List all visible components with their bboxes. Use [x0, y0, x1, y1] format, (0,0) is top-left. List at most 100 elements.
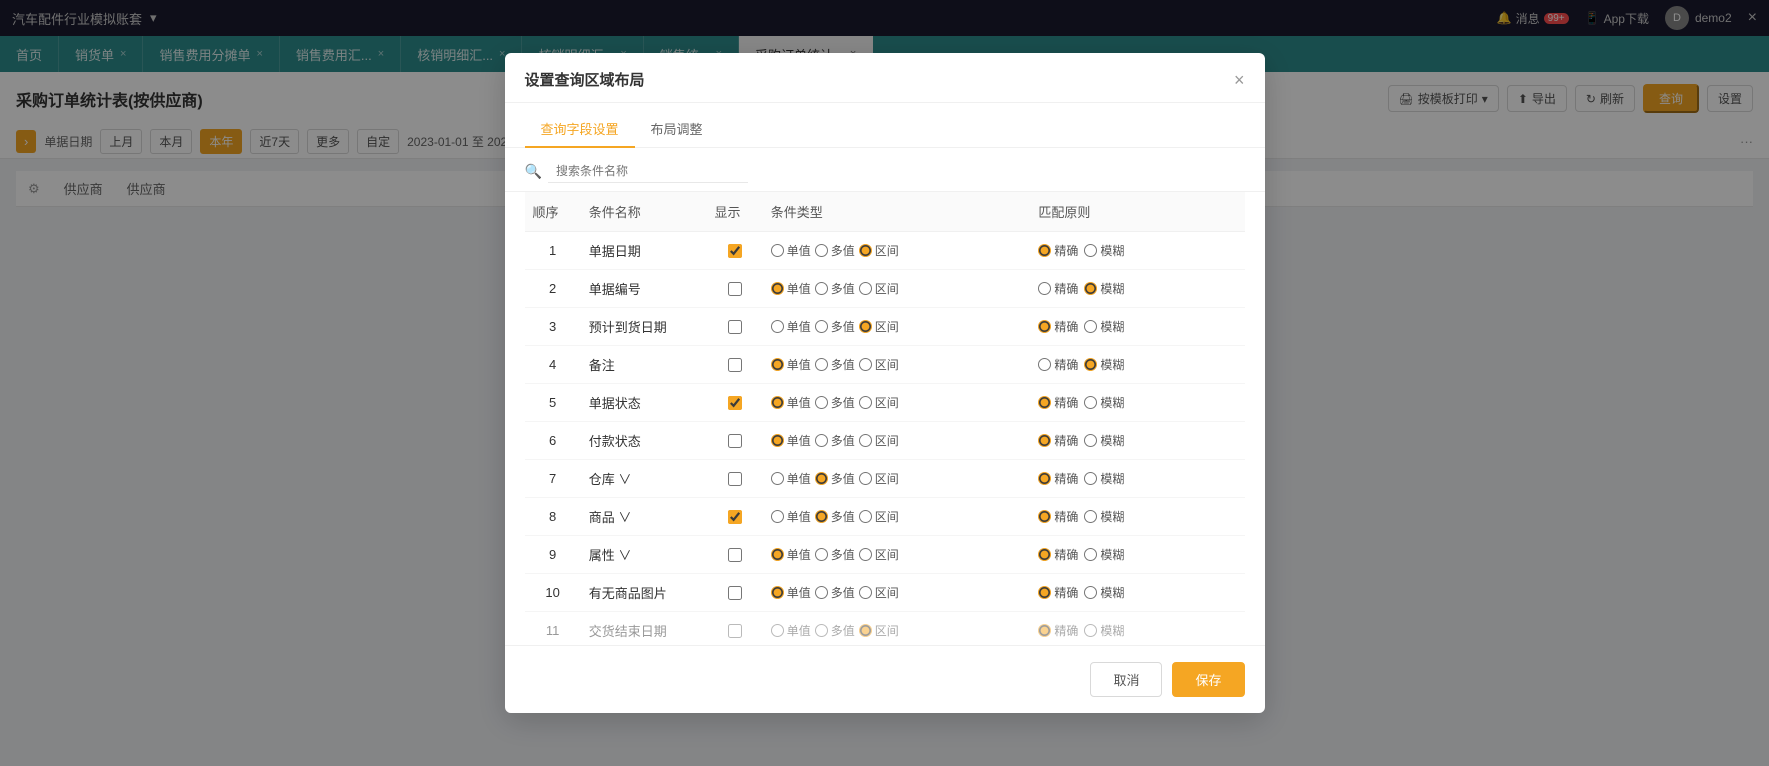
table-row: 1单据日期单值多值区间精确模糊: [525, 232, 1245, 270]
match-fuzzy-radio[interactable]: [1084, 510, 1097, 523]
row-show: [707, 270, 763, 308]
match-exact-radio[interactable]: [1038, 586, 1051, 599]
row-show: [707, 346, 763, 384]
cancel-button[interactable]: 取消: [1090, 662, 1162, 697]
show-checkbox[interactable]: [728, 282, 742, 296]
dialog-search-area: 🔍: [505, 148, 1265, 192]
cond-range-radio[interactable]: [859, 586, 872, 599]
match-fuzzy-radio[interactable]: [1084, 358, 1097, 371]
show-checkbox[interactable]: [728, 320, 742, 334]
cond-range-radio[interactable]: [859, 320, 872, 333]
match-exact-radio[interactable]: [1038, 548, 1051, 561]
match-exact-radio[interactable]: [1038, 358, 1051, 371]
cond-single-radio[interactable]: [771, 282, 784, 295]
cond-single-radio[interactable]: [771, 548, 784, 561]
match-fuzzy-radio[interactable]: [1084, 396, 1097, 409]
row-cond-type: 单值多值区间: [763, 612, 1031, 646]
tab-query-fields[interactable]: 查询字段设置: [525, 111, 635, 148]
show-checkbox[interactable]: [728, 244, 742, 258]
tab-query-fields-label: 查询字段设置: [541, 122, 619, 137]
cond-single-radio[interactable]: [771, 320, 784, 333]
match-fuzzy-radio[interactable]: [1084, 282, 1097, 295]
cond-range-radio[interactable]: [859, 358, 872, 371]
cond-range-radio[interactable]: [859, 510, 872, 523]
show-checkbox[interactable]: [728, 434, 742, 448]
th-match: 匹配原则: [1030, 192, 1244, 232]
cond-range-radio[interactable]: [859, 244, 872, 257]
cond-single-radio[interactable]: [771, 586, 784, 599]
cond-single-radio[interactable]: [771, 358, 784, 371]
cond-range-radio[interactable]: [859, 548, 872, 561]
cond-range-radio[interactable]: [859, 472, 872, 485]
cond-multi-radio[interactable]: [815, 586, 828, 599]
cond-multi-radio[interactable]: [815, 510, 828, 523]
table-row: 7仓库 ∨单值多值区间精确模糊: [525, 460, 1245, 498]
cond-single-radio[interactable]: [771, 624, 784, 637]
match-exact-radio[interactable]: [1038, 282, 1051, 295]
match-fuzzy-radio[interactable]: [1084, 548, 1097, 561]
cond-single-radio[interactable]: [771, 434, 784, 447]
row-name: 商品 ∨: [581, 498, 707, 536]
show-checkbox[interactable]: [728, 472, 742, 486]
cond-single-radio[interactable]: [771, 510, 784, 523]
dialog-close-button[interactable]: ×: [1234, 71, 1245, 89]
row-show: [707, 612, 763, 646]
row-order: 5: [525, 384, 581, 422]
cond-multi-radio[interactable]: [815, 396, 828, 409]
match-exact-radio[interactable]: [1038, 510, 1051, 523]
match-fuzzy-radio[interactable]: [1084, 586, 1097, 599]
table-row: 3预计到货日期单值多值区间精确模糊: [525, 308, 1245, 346]
show-checkbox[interactable]: [728, 510, 742, 524]
cond-multi-radio[interactable]: [815, 320, 828, 333]
match-exact-radio[interactable]: [1038, 244, 1051, 257]
cond-range-radio[interactable]: [859, 434, 872, 447]
cond-multi-radio[interactable]: [815, 548, 828, 561]
cond-multi-radio[interactable]: [815, 472, 828, 485]
match-fuzzy-radio[interactable]: [1084, 320, 1097, 333]
th-order: 顺序: [525, 192, 581, 232]
table-row: 4备注单值多值区间精确模糊: [525, 346, 1245, 384]
cond-range-radio[interactable]: [859, 282, 872, 295]
show-checkbox[interactable]: [728, 396, 742, 410]
cond-single-radio[interactable]: [771, 244, 784, 257]
table-row: 5单据状态 单值多值区间精确模糊: [525, 384, 1245, 422]
row-match: 精确模糊: [1030, 612, 1244, 646]
match-exact-radio[interactable]: [1038, 434, 1051, 447]
cond-single-radio[interactable]: [771, 472, 784, 485]
cond-multi-radio[interactable]: [815, 282, 828, 295]
row-order: 8: [525, 498, 581, 536]
row-name: 有无商品图片: [581, 574, 707, 612]
cond-single-radio[interactable]: [771, 396, 784, 409]
row-cond-type: 单值多值区间: [763, 536, 1031, 574]
match-fuzzy-radio[interactable]: [1084, 624, 1097, 637]
match-exact-radio[interactable]: [1038, 396, 1051, 409]
cond-multi-radio[interactable]: [815, 624, 828, 637]
match-fuzzy-radio[interactable]: [1084, 244, 1097, 257]
row-name: 单据状态: [581, 384, 707, 422]
show-checkbox[interactable]: [728, 548, 742, 562]
row-match: 精确模糊: [1030, 384, 1244, 422]
save-button[interactable]: 保存: [1172, 662, 1244, 697]
show-checkbox[interactable]: [728, 624, 742, 638]
search-input[interactable]: [548, 160, 748, 183]
cond-multi-radio[interactable]: [815, 434, 828, 447]
table-row: 6付款状态单值多值区间精确模糊: [525, 422, 1245, 460]
match-exact-radio[interactable]: [1038, 472, 1051, 485]
match-exact-radio[interactable]: [1038, 320, 1051, 333]
cond-range-radio[interactable]: [859, 396, 872, 409]
match-fuzzy-radio[interactable]: [1084, 434, 1097, 447]
match-exact-radio[interactable]: [1038, 624, 1051, 637]
cond-multi-radio[interactable]: [815, 244, 828, 257]
row-name: 属性 ∨: [581, 536, 707, 574]
row-cond-type: 单值多值区间: [763, 384, 1031, 422]
cond-range-radio[interactable]: [859, 624, 872, 637]
dialog-table-wrap: 顺序 条件名称 显示 条件类型 匹配原则 1单据日期单值多值区间精确模糊2单据编…: [505, 192, 1265, 645]
show-checkbox[interactable]: [728, 358, 742, 372]
tab-layout-adjust[interactable]: 布局调整: [635, 111, 719, 148]
show-checkbox[interactable]: [728, 586, 742, 600]
row-order: 10: [525, 574, 581, 612]
match-fuzzy-radio[interactable]: [1084, 472, 1097, 485]
row-name: 仓库 ∨: [581, 460, 707, 498]
row-name: 单据日期: [581, 232, 707, 270]
cond-multi-radio[interactable]: [815, 358, 828, 371]
